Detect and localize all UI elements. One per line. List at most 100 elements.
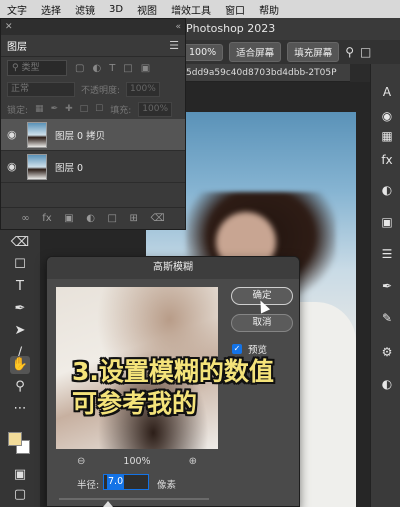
layer-style-icon[interactable]: fx [42,213,51,224]
paths-panel-icon[interactable]: ✒ [379,278,395,294]
menu-item-text[interactable]: 文字 [0,2,34,17]
lock-all-icon[interactable]: ☐ [95,104,103,114]
adjustment-layer-icon[interactable]: ◐ [86,213,95,224]
lock-artboard-icon[interactable]: □ [80,104,89,114]
lock-position-icon[interactable]: ✚ [65,104,73,114]
radius-label: 半径: [77,480,100,491]
character-panel-icon[interactable]: A [379,84,395,100]
arrange-icon[interactable]: □ [360,45,371,59]
channels-panel-icon[interactable]: ☰ [379,246,395,262]
tools-toolbar: ⌫ ☐ T ✒ ➤ ∕ ✋ ⚲ ⋯ ▣ ▢ [0,230,40,507]
menu-item-3d[interactable]: 3D [102,4,130,15]
menu-item-filter[interactable]: 滤镜 [68,2,102,17]
type-tool-icon[interactable]: T [10,278,30,296]
layer-name: 图层 0 [55,162,84,174]
brush-panel-icon[interactable]: ✎ [379,310,395,326]
menu-item-view[interactable]: 视图 [130,2,164,17]
layer-filter-row: ⚲ 类型 ▢ ◐ T □ ▣ [1,57,185,79]
caption-line-2: 可参考我的 [72,389,198,418]
preview-zoom-value: 100% [123,456,151,467]
layers-panel-header: ✕ « [1,19,185,35]
styles-panel-icon[interactable]: fx [379,152,395,168]
shape-filter-icon[interactable]: □ [123,63,132,74]
new-layer-icon[interactable]: ⊞ [130,213,138,224]
menu-bar: 文字 选择 滤镜 3D 视图 增效工具 窗口 帮助 [0,0,400,18]
layers-panel: ✕ « 图层 ☰ ⚲ 类型 ▢ ◐ T □ ▣ 正常 不透明度: 100% 锁定… [0,18,186,230]
libraries-panel-icon[interactable]: ▣ [379,214,395,230]
quick-mask-icon[interactable]: ▣ [10,466,30,484]
more-tools-icon[interactable]: ⋯ [10,400,30,418]
zoom-100-button[interactable]: 100% [182,43,224,61]
color-panel-icon[interactable]: ◉ [379,108,395,124]
fill-screen-button[interactable]: 填充屏幕 [287,42,340,62]
zoom-in-icon[interactable]: ⊕ [189,456,197,467]
layer-name: 图层 0 拷贝 [55,130,106,142]
search-icon[interactable]: ⚲ [345,45,354,59]
radius-input[interactable]: 7.0 [103,474,149,490]
eraser-tool-icon[interactable]: ⌫ [10,234,30,252]
preview-checkbox[interactable]: ✓ [232,344,242,354]
group-folder-icon[interactable]: □ [108,213,117,224]
type-filter-icon[interactable]: T [109,63,115,74]
smart-object-filter-icon[interactable]: ▣ [141,63,150,74]
lock-transparent-icon[interactable]: ▦ [35,104,44,114]
adjustments-panel-icon[interactable]: ◐ [379,182,395,198]
lock-row: 锁定: ▦ ✒ ✚ □ ☐ 填充: 100% [1,99,185,119]
opacity-input[interactable]: 100% [126,81,161,97]
panel-menu-icon[interactable]: ☰ [169,39,179,52]
filter-kind-label: 类型 [21,63,40,73]
preview-zoom-row: ⊖ 100% ⊕ [77,456,197,467]
lock-label: 锁定: [7,105,29,116]
blend-mode-select[interactable]: 正常 [7,81,75,97]
history-panel-icon[interactable]: ◐ [379,376,395,392]
radius-slider-thumb[interactable] [103,501,113,507]
fill-label: 填充: [110,105,132,116]
add-mask-icon[interactable]: ▣ [64,213,73,224]
options-bar: 100% 适合屏幕 填充屏幕 ⚲ □ [180,40,400,64]
lock-paint-icon[interactable]: ✒ [51,104,59,114]
close-icon[interactable]: ✕ [5,22,13,32]
link-layers-icon[interactable]: ∞ [21,213,29,224]
menu-item-plugins[interactable]: 增效工具 [164,2,218,17]
foreground-color-swatch[interactable] [8,432,22,446]
filter-kind-select[interactable]: ⚲ 类型 [7,60,67,76]
adjustment-filter-icon[interactable]: ◐ [92,63,101,74]
fit-screen-button[interactable]: 适合屏幕 [229,42,282,62]
layer-thumbnail [27,153,47,180]
menu-item-help[interactable]: 帮助 [252,2,286,17]
menu-item-window[interactable]: 窗口 [218,2,252,17]
tutorial-caption: 3.设置模糊的数值 可参考我的 [72,356,362,420]
zoom-out-icon[interactable]: ⊖ [77,456,85,467]
properties-panel-icon[interactable]: ⚙ [379,344,395,360]
blend-row: 正常 不透明度: 100% [1,79,185,99]
layer-row[interactable]: ◉ 图层 0 [1,151,185,183]
trash-icon[interactable]: ⌫ [150,213,164,224]
fill-input[interactable]: 100% [138,101,173,117]
layers-footer: ∞ fx ▣ ◐ □ ⊞ ⌫ [1,207,185,229]
pixel-filter-icon[interactable]: ▢ [75,63,84,74]
right-panel-dock: A ◉ ▦ fx ◐ ▣ ☰ ✒ ✎ ⚙ ◐ [370,64,400,507]
radius-unit: 像素 [157,480,177,491]
dialog-title: 高斯模糊 [47,257,299,279]
app-title: Photoshop 2023 [180,18,400,40]
menu-item-select[interactable]: 选择 [34,2,68,17]
collapse-icon[interactable]: « [175,22,181,32]
layer-thumbnail [27,121,47,148]
radius-slider-track[interactable] [59,498,209,500]
radius-value: 7.0 [107,475,125,489]
cancel-button[interactable]: 取消 [231,314,293,332]
paint-bucket-tool-icon[interactable]: ☐ [10,256,30,274]
visibility-eye-icon[interactable]: ◉ [7,128,19,141]
swatches-panel-icon[interactable]: ▦ [379,128,395,144]
zoom-tool-icon[interactable]: ⚲ [10,378,30,396]
layer-row[interactable]: ◉ 图层 0 拷贝 [1,119,185,151]
pen-tool-icon[interactable]: ✒ [10,300,30,318]
document-tab[interactable]: 5dd9a59c40d8703bd4dbb-2T05P [180,64,350,82]
layers-tab-row: 图层 ☰ [1,35,185,57]
hand-tool-icon[interactable]: ✋ [10,356,30,374]
screen-mode-icon[interactable]: ▢ [10,486,30,504]
visibility-eye-icon[interactable]: ◉ [7,160,19,173]
path-select-tool-icon[interactable]: ➤ [10,322,30,340]
preview-label: 预览 [248,345,268,356]
tab-layers[interactable]: 图层 [7,38,27,53]
